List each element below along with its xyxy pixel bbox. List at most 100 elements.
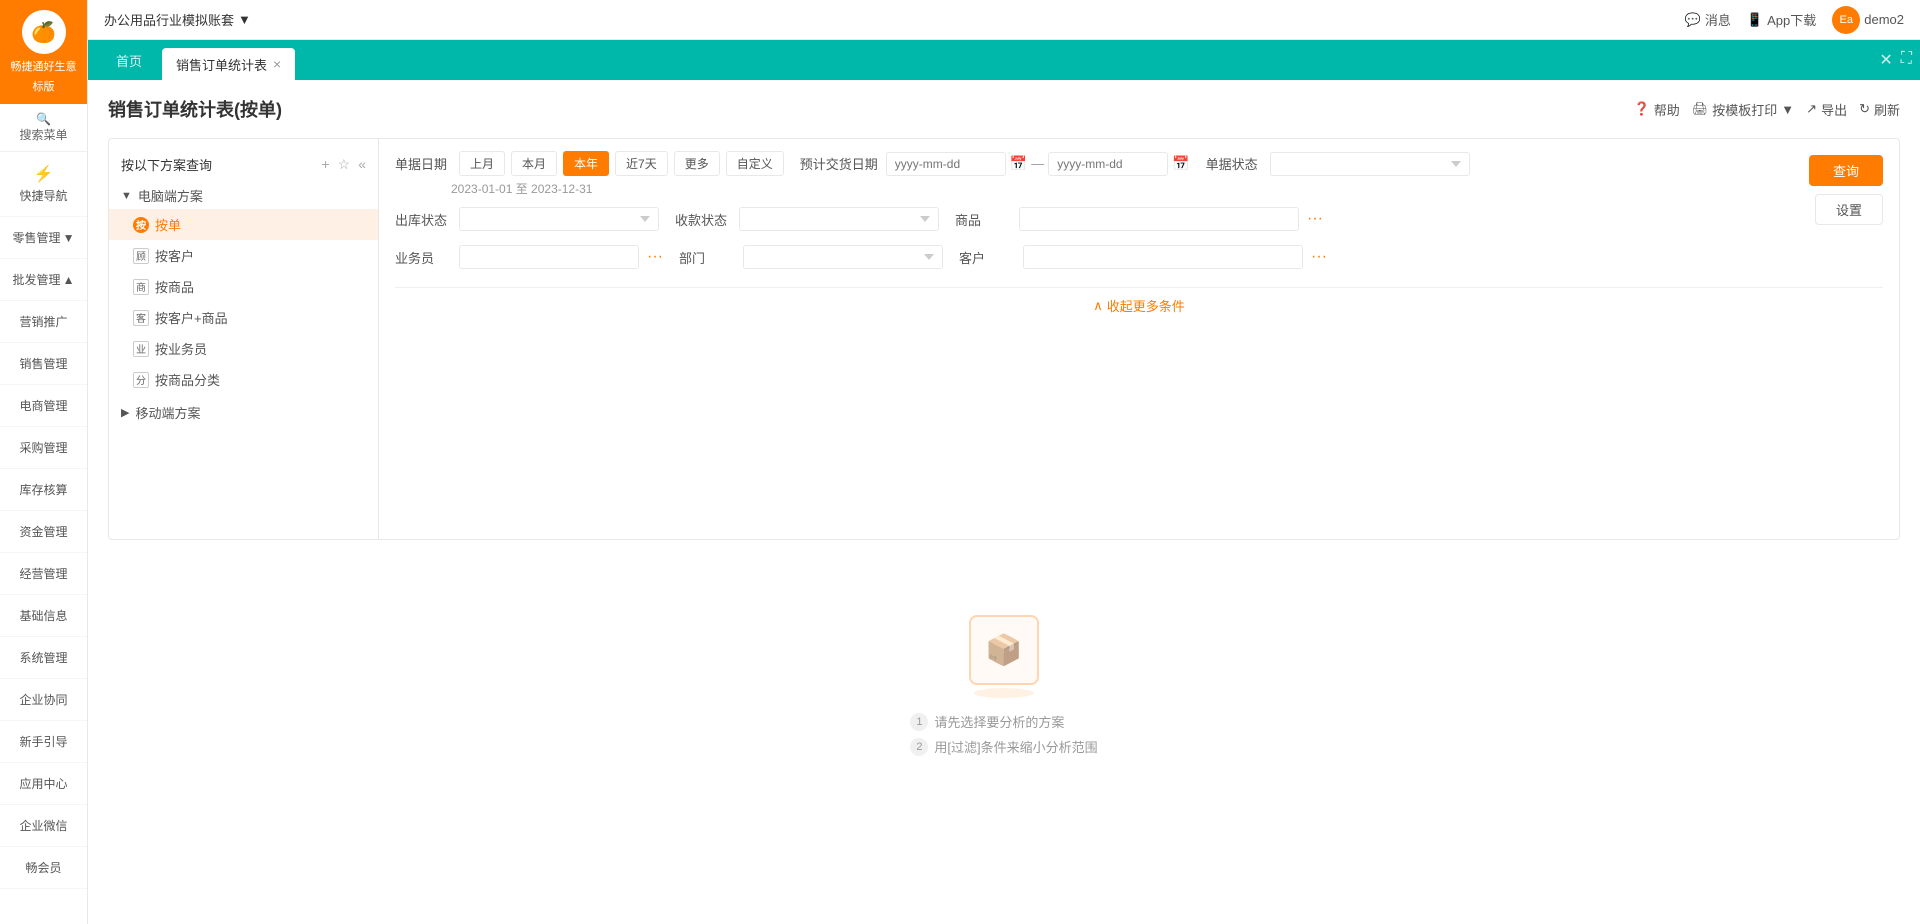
logo-subtitle: 标版 <box>33 78 55 94</box>
sidebar-item-sales[interactable]: 销售管理 <box>0 343 87 385</box>
ship-status-field: 出库状态 <box>395 207 659 231</box>
refresh-button[interactable]: ↻ 刷新 <box>1859 100 1900 119</box>
customer-more-dots[interactable]: ··· <box>1311 248 1327 266</box>
doc-status-select[interactable] <box>1270 152 1470 176</box>
expected-date-end[interactable] <box>1048 152 1168 176</box>
scheme-group-desktop-header[interactable]: ▼ 电脑端方案 <box>109 182 378 209</box>
date-btn-thismonth[interactable]: 本月 <box>511 151 557 176</box>
tip-num-1: 1 <box>910 713 928 731</box>
scheme-group-desktop: ▼ 电脑端方案 按 按单 顾 按客户 <box>109 182 378 399</box>
scheme-label: 按商品 <box>155 277 194 296</box>
add-scheme-icon[interactable]: + <box>321 156 329 173</box>
sidebar-item-label: 批发管理 <box>13 271 61 288</box>
sidebar-item-operation[interactable]: 经营管理 <box>0 553 87 595</box>
salesperson-input[interactable] <box>459 245 639 269</box>
sidebar-item-appcenter[interactable]: 应用中心 <box>0 763 87 805</box>
window-expand-button[interactable]: ⛶ <box>1901 50 1912 70</box>
scheme-item-by-category[interactable]: 分 按商品分类 <box>109 364 378 395</box>
erp-box-shadow <box>974 688 1034 698</box>
tab-close-button[interactable]: × <box>273 56 281 72</box>
date-btn-lastmonth[interactable]: 上月 <box>459 151 505 176</box>
salesperson-field: 业务员 ··· <box>395 245 663 269</box>
scheme-label: 按单 <box>155 215 181 234</box>
star-scheme-icon[interactable]: ☆ <box>338 156 351 173</box>
customer-input[interactable] <box>1023 245 1303 269</box>
filter-form-fields: 单据日期 上月 本月 本年 近7天 更多 自定义 <box>395 151 1809 283</box>
query-button[interactable]: 查询 <box>1809 155 1883 186</box>
sidebar-item-retail[interactable]: 零售管理 ▼ <box>0 217 87 259</box>
department-select[interactable] <box>743 245 943 269</box>
logo-area[interactable]: 🍊 畅捷通好生意 标版 <box>0 0 87 104</box>
sidebar-item-basic[interactable]: 基础信息 <box>0 595 87 637</box>
scheme-item-by-customer[interactable]: 顾 按客户 <box>109 240 378 271</box>
scheme-icon-by-customer: 顾 <box>133 248 149 264</box>
scheme-icon-by-goods: 商 <box>133 279 149 295</box>
date-btn-thisyear[interactable]: 本年 <box>563 151 609 176</box>
help-icon: ❓ <box>1634 101 1650 117</box>
sidebar-item-marketing[interactable]: 营销推广 <box>0 301 87 343</box>
sidebar-item-finance[interactable]: 资金管理 <box>0 511 87 553</box>
date-range-hint-row: 2023-01-01 至 2023-12-31 <box>395 180 1809 197</box>
reset-button[interactable]: 设置 <box>1815 194 1883 225</box>
scheme-label: 按客户+商品 <box>155 308 228 327</box>
sidebar-item-quicknav[interactable]: ⚡ 快捷导航 <box>0 152 87 217</box>
calendar-icon-start[interactable]: 📅 <box>1010 155 1027 172</box>
payment-status-select[interactable] <box>739 207 939 231</box>
expected-date-start[interactable] <box>886 152 1006 176</box>
scheme-selector-header: 按以下方案查询 + ☆ « <box>109 151 378 182</box>
sidebar-item-wholesale[interactable]: 批发管理 ▲ <box>0 259 87 301</box>
tab-sales-stats[interactable]: 销售订单统计表 × <box>162 48 295 80</box>
print-button[interactable]: 🖨 按模板打印 ▼ <box>1692 100 1794 119</box>
sidebar-item-member[interactable]: 畅会员 <box>0 847 87 889</box>
date-field: 单据日期 上月 本月 本年 近7天 更多 自定义 <box>395 151 784 176</box>
sidebar-item-newuser[interactable]: 新手引导 <box>0 721 87 763</box>
app-download-button[interactable]: 📱 App下载 <box>1747 10 1816 29</box>
filter-section: 按以下方案查询 + ☆ « ▼ 电脑端方案 <box>109 139 1899 539</box>
department-label: 部门 <box>679 248 735 267</box>
export-button[interactable]: ↗ 导出 <box>1806 100 1847 119</box>
scheme-group-mobile-header[interactable]: ▶ 移动端方案 <box>109 399 378 426</box>
help-button[interactable]: ❓ 帮助 <box>1634 100 1680 119</box>
sidebar-item-label: 销售管理 <box>19 355 67 372</box>
sidebar-nav: ⚡ 快捷导航 零售管理 ▼ 批发管理 ▲ 营销推广 销售管理 电商管理 采购管理… <box>0 152 87 924</box>
scheme-item-by-salesperson[interactable]: 业 按业务员 <box>109 333 378 364</box>
salesperson-more-dots[interactable]: ··· <box>647 248 663 266</box>
sidebar-item-purchase[interactable]: 采购管理 <box>0 427 87 469</box>
topbar-arrow-icon[interactable]: ▼ <box>238 12 251 27</box>
scheme-icon-by-salesperson: 业 <box>133 341 149 357</box>
message-button[interactable]: 💬 消息 <box>1685 10 1731 29</box>
sidebar-item-label: 采购管理 <box>19 439 67 456</box>
help-label: 帮助 <box>1654 100 1680 119</box>
sidebar-item-inventory[interactable]: 库存核算 <box>0 469 87 511</box>
sidebar-item-corpwechat[interactable]: 企业微信 <box>0 805 87 847</box>
sidebar-item-label: 系统管理 <box>19 649 67 666</box>
topbar-title-text: 办公用品行业模拟账套 <box>104 10 234 29</box>
calendar-icon-end[interactable]: 📅 <box>1172 155 1189 172</box>
date-btn-custom[interactable]: 自定义 <box>726 151 784 176</box>
search-menu-item[interactable]: 🔍 搜索菜单 <box>0 104 87 152</box>
scheme-item-by-goods[interactable]: 商 按商品 <box>109 271 378 302</box>
date-btn-more[interactable]: 更多 <box>674 151 720 176</box>
group-label: 移动端方案 <box>135 403 200 422</box>
collapse-button[interactable]: ∧ 收起更多条件 <box>1093 296 1185 315</box>
page-actions: ❓ 帮助 🖨 按模板打印 ▼ ↗ 导出 ↻ 刷新 <box>1634 100 1900 119</box>
group-arrow-icon: ▶ <box>121 406 129 419</box>
page-title: 销售订单统计表(按单) <box>108 96 282 122</box>
sidebar-item-system[interactable]: 系统管理 <box>0 637 87 679</box>
goods-input[interactable] <box>1019 207 1299 231</box>
window-close-button[interactable]: ✕ <box>1879 50 1892 70</box>
tab-home[interactable]: 首页 <box>96 40 162 80</box>
scheme-item-by-order[interactable]: 按 按单 <box>109 209 378 240</box>
sidebar-item-ecommerce[interactable]: 电商管理 <box>0 385 87 427</box>
page-header: 销售订单统计表(按单) ❓ 帮助 🖨 按模板打印 ▼ ↗ 导出 <box>108 96 1900 122</box>
user-profile-button[interactable]: Ea demo2 <box>1832 6 1904 34</box>
ship-status-select[interactable] <box>459 207 659 231</box>
collapse-arrow-icon: ∧ <box>1093 298 1103 314</box>
sidebar-item-enterprise[interactable]: 企业协同 <box>0 679 87 721</box>
scheme-item-by-customer-goods[interactable]: 客 按客户+商品 <box>109 302 378 333</box>
scheme-selector-title: 按以下方案查询 <box>121 155 212 174</box>
scheme-selector: 按以下方案查询 + ☆ « ▼ 电脑端方案 <box>109 139 379 539</box>
collapse-scheme-icon[interactable]: « <box>358 156 366 173</box>
date-btn-7days[interactable]: 近7天 <box>615 151 668 176</box>
goods-more-dots[interactable]: ··· <box>1307 210 1323 228</box>
